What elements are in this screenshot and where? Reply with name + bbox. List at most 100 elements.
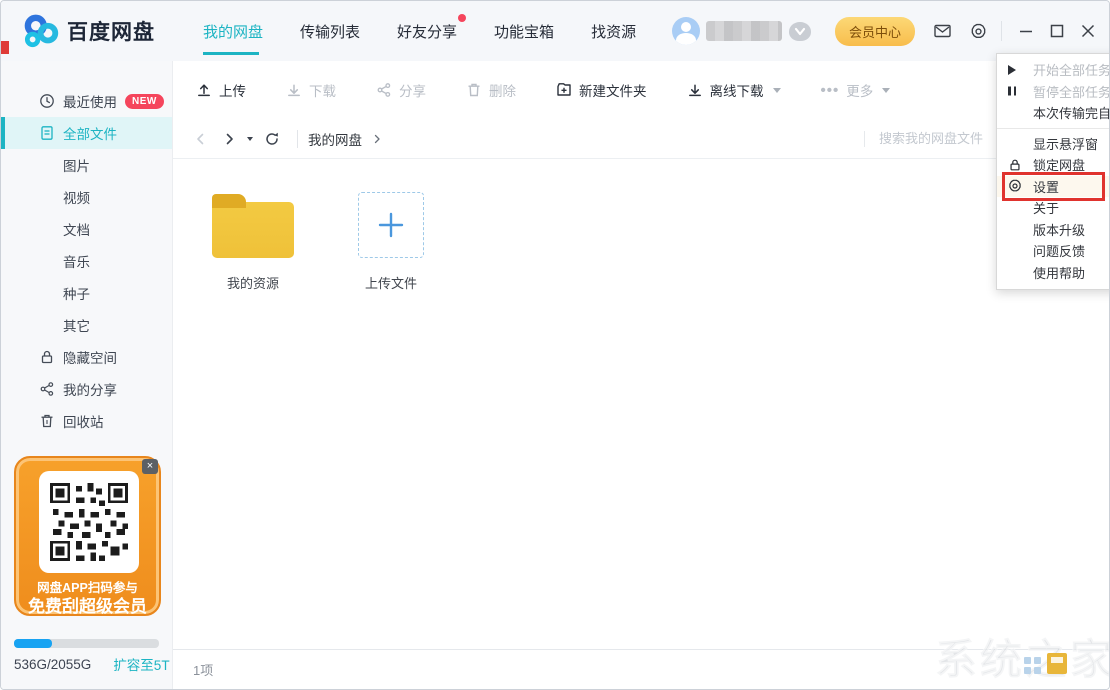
app-logo: 百度网盘 [21, 12, 155, 50]
watermark-house-icon [1047, 653, 1067, 674]
vip-badge-icon[interactable] [789, 22, 811, 41]
new-folder-button[interactable]: 新建文件夹 [556, 80, 647, 100]
delete-button[interactable]: 删除 [466, 80, 516, 100]
plus-icon [376, 210, 406, 240]
refresh-icon[interactable] [257, 131, 287, 147]
baidu-netdisk-logo-icon [21, 12, 59, 50]
lock-icon [1008, 158, 1022, 172]
search-divider [864, 131, 865, 147]
share-nodes-icon [376, 82, 392, 98]
navigation-bar: 我的网盘 [173, 119, 1109, 159]
sidebar-item-pictures[interactable]: 图片 [1, 149, 172, 181]
user-avatar[interactable] [672, 17, 700, 45]
gear-icon[interactable] [970, 23, 987, 40]
pause-icon [1008, 87, 1016, 96]
item-count: 1项 [193, 660, 213, 679]
menu-item-after-transfer-auto[interactable]: 本次传输完自动 [997, 102, 1110, 124]
clock-icon [39, 93, 55, 109]
share-icon [39, 381, 55, 397]
folder-name: 我的资源 [227, 273, 279, 292]
share-button[interactable]: 分享 [376, 80, 426, 100]
toolbar: 上传 下载 分享 删除 新建文件夹 离线下载 [173, 61, 1109, 119]
back-icon[interactable] [187, 132, 215, 146]
download-icon [286, 82, 302, 98]
offline-download-icon [687, 82, 703, 98]
chevron-down-icon[interactable] [882, 88, 890, 93]
close-button[interactable] [1081, 24, 1095, 38]
sidebar: 最近使用 NEW 全部文件 图片 视频 文档 音乐 种子 其它 隐藏空间 [1, 61, 173, 689]
new-badge: NEW [125, 94, 164, 109]
storage-row: 536G/2055G 扩容至5T [14, 654, 170, 674]
sidebar-item-videos[interactable]: 视频 [1, 181, 172, 213]
menu-item-pause-all-tasks[interactable]: 暂停全部任务 [997, 81, 1110, 103]
search-box [864, 131, 1009, 147]
menu-separator [997, 128, 1110, 129]
menu-item-about[interactable]: 关于 [997, 197, 1110, 219]
promo-qr-ad[interactable]: 网盘APP扫码参与 免费刮超级会员 × [14, 456, 161, 616]
tab-transfer-list[interactable]: 传输列表 [300, 15, 360, 48]
member-center-button[interactable]: 会员中心 [835, 17, 915, 46]
sidebar-item-recycle-bin[interactable]: 回收站 [1, 405, 172, 437]
sidebar-item-seeds[interactable]: 种子 [1, 277, 172, 309]
menu-item-version-upgrade[interactable]: 版本升级 [997, 219, 1110, 241]
sidebar-list: 最近使用 NEW 全部文件 图片 视频 文档 音乐 种子 其它 隐藏空间 [1, 85, 172, 437]
titlebar-divider [1001, 21, 1002, 41]
chevron-down-icon[interactable] [773, 88, 781, 93]
lock-icon [39, 349, 55, 365]
ad-text-line2: 免费刮超级会员 [16, 592, 159, 617]
play-icon [1008, 65, 1016, 75]
expand-storage-link[interactable]: 扩容至5T [113, 654, 169, 674]
history-dropdown-icon[interactable] [247, 137, 253, 141]
notification-dot [458, 14, 466, 22]
menu-item-lock-netdisk[interactable]: 锁定网盘 [997, 154, 1110, 176]
tab-toolbox[interactable]: 功能宝箱 [494, 15, 554, 48]
sidebar-item-music[interactable]: 音乐 [1, 245, 172, 277]
more-button[interactable]: ••• 更多 [821, 80, 891, 100]
main-area: 上传 下载 分享 删除 新建文件夹 离线下载 [173, 61, 1109, 689]
upload-icon [196, 82, 212, 98]
menu-item-show-float-window[interactable]: 显示悬浮窗 [997, 133, 1110, 155]
tab-friend-share[interactable]: 好友分享 [397, 15, 457, 48]
settings-dropdown-menu: 开始全部任务 暂停全部任务 本次传输完自动 显示悬浮窗 锁定网盘 设置 关于 [996, 53, 1110, 290]
sidebar-item-documents[interactable]: 文档 [1, 213, 172, 245]
breadcrumb-root[interactable]: 我的网盘 [308, 129, 362, 149]
qr-code [39, 471, 139, 573]
nav-divider [297, 130, 298, 148]
app-name: 百度网盘 [67, 16, 155, 46]
storage-progress-bar [14, 639, 159, 648]
ad-close-icon[interactable]: × [142, 459, 158, 474]
minimize-button[interactable] [1019, 24, 1033, 38]
sidebar-item-all-files[interactable]: 全部文件 [1, 117, 172, 149]
forward-icon[interactable] [215, 132, 243, 146]
file-icon [39, 125, 55, 141]
watermark-grid-icon [1024, 657, 1041, 674]
upload-button[interactable]: 上传 [196, 80, 246, 100]
sidebar-item-others[interactable]: 其它 [1, 309, 172, 341]
sidebar-item-my-share[interactable]: 我的分享 [1, 373, 172, 405]
download-button[interactable]: 下载 [286, 80, 336, 100]
search-input[interactable] [879, 131, 1009, 146]
menu-item-settings[interactable]: 设置 [997, 176, 1110, 198]
menu-item-help[interactable]: 使用帮助 [997, 262, 1110, 284]
mail-icon[interactable] [934, 24, 951, 38]
more-dots-icon: ••• [821, 82, 840, 99]
sidebar-item-recent[interactable]: 最近使用 NEW [1, 85, 172, 117]
breadcrumb-arrow-icon[interactable] [372, 134, 382, 144]
tab-my-drive[interactable]: 我的网盘 [203, 15, 263, 48]
file-grid: 我的资源 上传文件 [173, 159, 1109, 649]
sidebar-item-hidden-space[interactable]: 隐藏空间 [1, 341, 172, 373]
tab-find-resources[interactable]: 找资源 [591, 15, 636, 48]
upload-file-tile[interactable]: 上传文件 [335, 189, 447, 292]
maximize-button[interactable] [1050, 24, 1064, 38]
site-watermark: 系统之家 [935, 626, 1110, 687]
upload-tile-label: 上传文件 [365, 273, 417, 292]
offline-download-button[interactable]: 离线下载 [687, 80, 781, 100]
menu-item-start-all-tasks[interactable]: 开始全部任务 [997, 59, 1110, 81]
main-tabs: 我的网盘 传输列表 好友分享 功能宝箱 找资源 [203, 15, 636, 48]
username-blurred [706, 21, 782, 41]
menu-item-feedback[interactable]: 问题反馈 [997, 240, 1110, 262]
new-folder-icon [556, 82, 572, 98]
folder-icon [212, 202, 294, 258]
titlebar: 百度网盘 我的网盘 传输列表 好友分享 功能宝箱 找资源 会员中心 [1, 1, 1109, 61]
file-tile-folder[interactable]: 我的资源 [197, 189, 309, 292]
